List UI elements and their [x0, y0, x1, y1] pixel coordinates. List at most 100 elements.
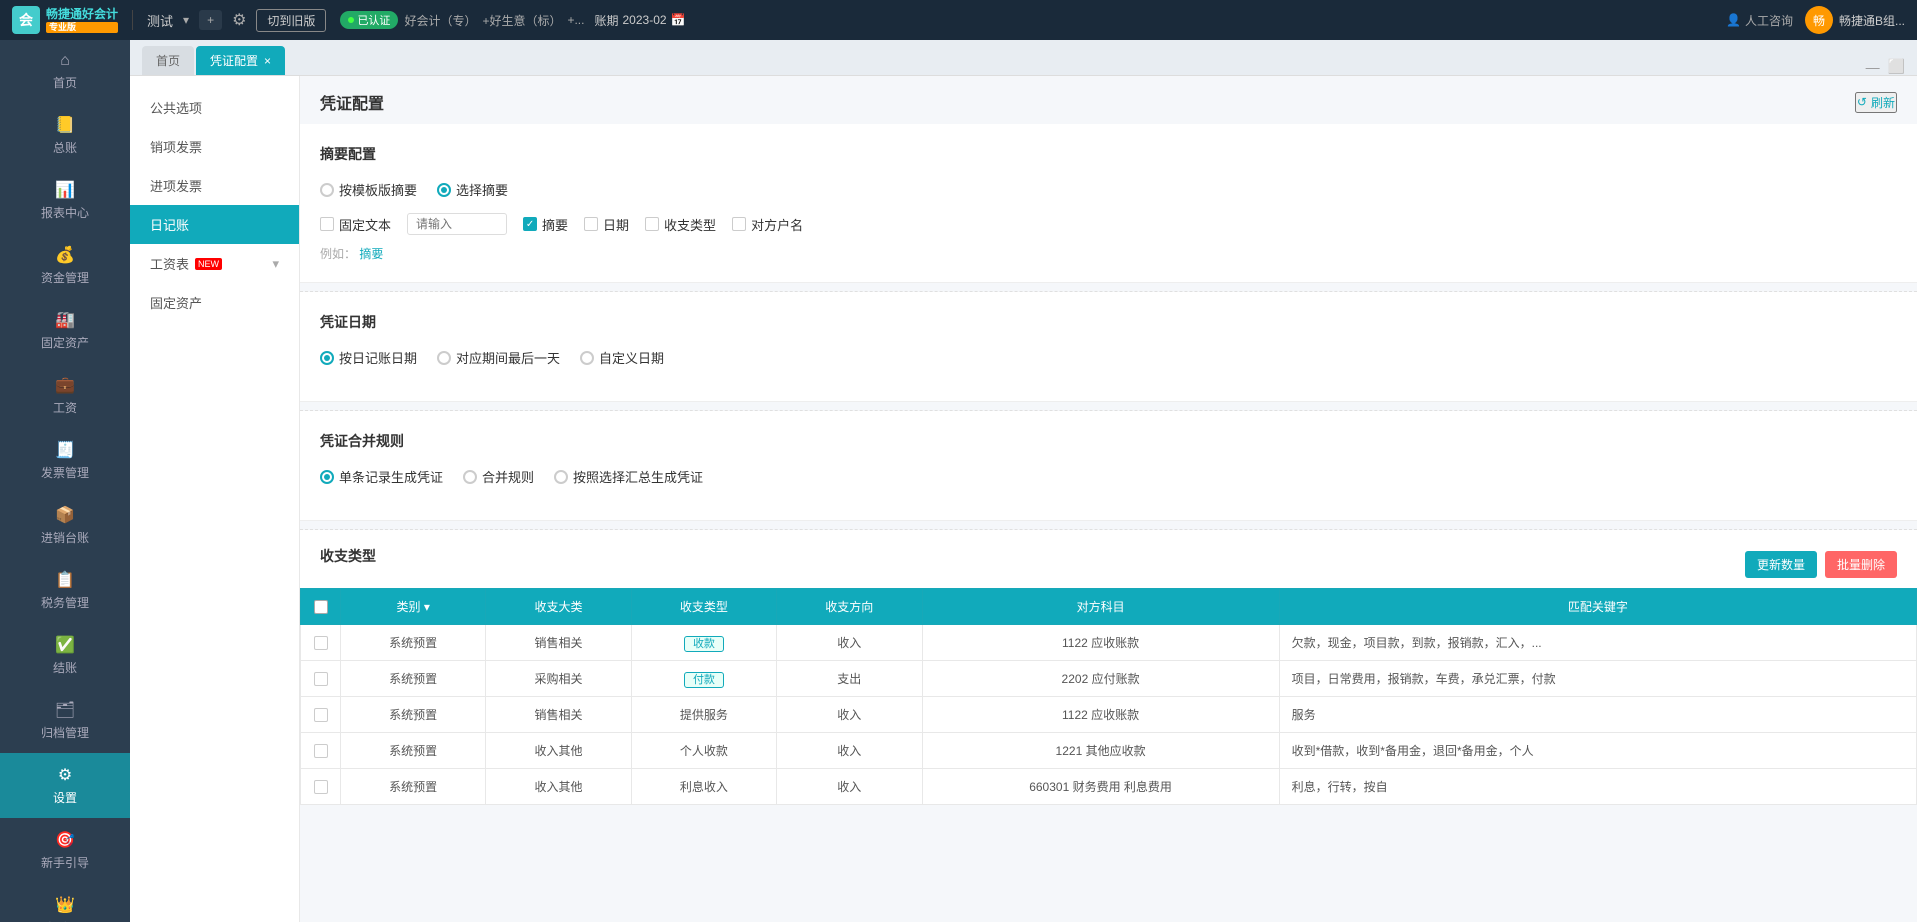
- radio-custom-date[interactable]: 自定义日期: [580, 348, 664, 367]
- row-checkbox-0[interactable]: [301, 625, 341, 661]
- sidebar-item-asset[interactable]: 🏭 固定资产: [0, 298, 130, 363]
- help-label: 人工咨询: [1745, 12, 1793, 29]
- th-account: 对方科目: [922, 589, 1279, 625]
- inner-sidebar-item-journal[interactable]: 日记账: [130, 205, 299, 244]
- type-tag-1[interactable]: 付款: [684, 672, 724, 688]
- user-menu[interactable]: 畅 畅捷通B组...: [1805, 6, 1905, 34]
- row-checkbox-1[interactable]: [301, 661, 341, 697]
- th-keywords: 匹配关键字: [1279, 589, 1916, 625]
- sidebar-item-fund[interactable]: 💰 资金管理: [0, 233, 130, 298]
- sidebar-item-tax[interactable]: 📋 税务管理: [0, 558, 130, 623]
- sidebar-item-settings[interactable]: ⚙ 设置: [0, 753, 130, 818]
- merge-rule-circle: [463, 470, 477, 484]
- period-last-label: 对应期间最后一天: [456, 348, 560, 367]
- example-value: 摘要: [359, 247, 383, 261]
- main-layout: ⌂ 首页 📒 总账 📊 报表中心 💰 资金管理 🏭 固定资产 💼 工资 🧾 发票…: [0, 40, 1917, 922]
- row-check-3[interactable]: [314, 744, 328, 758]
- sidebar-item-home[interactable]: ⌂ 首页: [0, 40, 130, 103]
- sidebar-item-salary[interactable]: 💼 工资: [0, 363, 130, 428]
- tag-2: 好会计（专）: [404, 12, 476, 29]
- income-table: 类别 ▾ 收支大类 收支类型 收支方向 对方科目 匹配关键字: [300, 588, 1917, 805]
- radio-summary-gen[interactable]: 按照选择汇总生成凭证: [554, 467, 703, 486]
- row-major-4: 收入其他: [486, 769, 631, 805]
- row-category-4: 系统预置: [341, 769, 486, 805]
- inner-sidebar-item-fixed-asset[interactable]: 固定资产: [130, 283, 299, 322]
- sidebar-item-archive[interactable]: 🗂 归档管理: [0, 688, 130, 753]
- merge-radio-group: 单条记录生成凭证 合并规则 按照选择汇总生成凭证: [320, 467, 1897, 486]
- fixed-text-input[interactable]: [407, 213, 507, 235]
- table-row: 系统预置 采购相关 付款 支出 2202 应付账款 项目，日常费用，报销款，车费…: [301, 661, 1917, 697]
- row-checkbox-3[interactable]: [301, 733, 341, 769]
- checkbox-fixed-text[interactable]: 固定文本: [320, 215, 391, 234]
- row-checkbox-4[interactable]: [301, 769, 341, 805]
- inner-sidebar-journal-label: 日记账: [150, 215, 189, 234]
- inner-sidebar-sales-label: 销项发票: [150, 137, 202, 156]
- inner-sidebar-item-payroll[interactable]: 工资表 NEW ▾: [130, 244, 299, 283]
- sidebar-item-tax-label: 税务管理: [41, 594, 89, 611]
- row-type-2: 提供服务: [631, 697, 776, 733]
- radio-select[interactable]: 选择摘要: [437, 180, 508, 199]
- checkbox-counterpart[interactable]: 对方户名: [732, 215, 803, 234]
- sidebar-item-member[interactable]: 👑 畅会员: [0, 883, 130, 922]
- sidebar-item-guide[interactable]: 🎯 新手引导: [0, 818, 130, 883]
- row-direction-3: 收入: [777, 733, 922, 769]
- salary-icon: 💼: [55, 375, 75, 395]
- period-value: 2023-02: [623, 13, 667, 27]
- fixed-text-label: 固定文本: [339, 215, 391, 234]
- app-sub: 专业版: [46, 22, 118, 33]
- maximize-icon[interactable]: ⬜: [1888, 58, 1905, 75]
- radio-single[interactable]: 单条记录生成凭证: [320, 467, 443, 486]
- radio-merge-rule[interactable]: 合并规则: [463, 467, 534, 486]
- asset-icon: 🏭: [55, 310, 75, 330]
- summary-section: 摘要配置 按模板版摘要 选择摘要: [300, 124, 1917, 283]
- sidebar-item-ledger[interactable]: 📒 总账: [0, 103, 130, 168]
- checkbox-summary[interactable]: ✓ 摘要: [523, 215, 568, 234]
- row-type-4: 利息收入: [631, 769, 776, 805]
- radio-period-last[interactable]: 对应期间最后一天: [437, 348, 560, 367]
- row-keywords-0: 欠款，现金，项目款，到款，报销款，汇入，...: [1279, 625, 1916, 661]
- help-button[interactable]: 👤 人工咨询: [1726, 12, 1793, 29]
- tab-home[interactable]: 首页: [142, 46, 194, 75]
- tab-voucher[interactable]: 凭证配置 ×: [196, 46, 285, 75]
- th-checkbox[interactable]: [301, 589, 341, 625]
- row-check-1[interactable]: [314, 672, 328, 686]
- radio-template[interactable]: 按模板版摘要: [320, 180, 417, 199]
- sidebar-item-invoice[interactable]: 🧾 发票管理: [0, 428, 130, 493]
- row-check-4[interactable]: [314, 780, 328, 794]
- settings-icon: ⚙: [58, 765, 72, 785]
- company-arrow-icon[interactable]: ▾: [183, 13, 189, 27]
- switch-version-button[interactable]: 切到旧版: [256, 9, 326, 32]
- app-name: 畅捷通好会计: [46, 7, 118, 21]
- sidebar-item-settings-label: 设置: [53, 789, 77, 806]
- row-check-2[interactable]: [314, 708, 328, 722]
- invoice-icon: 🧾: [55, 440, 75, 460]
- checkbox-type[interactable]: 收支类型: [645, 215, 716, 234]
- minimize-icon[interactable]: —: [1866, 59, 1880, 75]
- sidebar-item-report[interactable]: 📊 报表中心: [0, 168, 130, 233]
- checkbox-date[interactable]: 日期: [584, 215, 629, 234]
- tab-close-icon[interactable]: ×: [264, 54, 271, 68]
- calendar-icon[interactable]: 📅: [671, 13, 686, 27]
- inner-sidebar-item-purchase-inv[interactable]: 进项发票: [130, 166, 299, 205]
- add-button[interactable]: +: [199, 10, 222, 30]
- select-all-checkbox[interactable]: [314, 600, 328, 614]
- inner-sidebar-item-sales[interactable]: 销项发票: [130, 127, 299, 166]
- row-type-0: 收款: [631, 625, 776, 661]
- single-label: 单条记录生成凭证: [339, 467, 443, 486]
- sidebar-item-settle[interactable]: ✅ 结账: [0, 623, 130, 688]
- update-button[interactable]: 更新数量: [1745, 551, 1817, 578]
- refresh-button[interactable]: ↺ 刷新: [1855, 92, 1897, 113]
- sidebar-item-home-label: 首页: [53, 74, 77, 91]
- batch-delete-button[interactable]: 批量删除: [1825, 551, 1897, 578]
- payroll-arrow-icon: ▾: [272, 256, 279, 272]
- merge-section: 凭证合并规则 单条记录生成凭证 合并规则 按照选择汇总生成凭证: [300, 411, 1917, 521]
- row-check-0[interactable]: [314, 636, 328, 650]
- type-tag-0[interactable]: 收款: [684, 636, 724, 652]
- journal-date-circle: [320, 351, 334, 365]
- type-label: 收支类型: [664, 215, 716, 234]
- radio-journal-date[interactable]: 按日记账日期: [320, 348, 417, 367]
- inner-sidebar-item-public[interactable]: 公共选项: [130, 88, 299, 127]
- sidebar-item-purchase[interactable]: 📦 进销台账: [0, 493, 130, 558]
- settings-gear-icon[interactable]: ⚙: [232, 10, 246, 30]
- row-checkbox-2[interactable]: [301, 697, 341, 733]
